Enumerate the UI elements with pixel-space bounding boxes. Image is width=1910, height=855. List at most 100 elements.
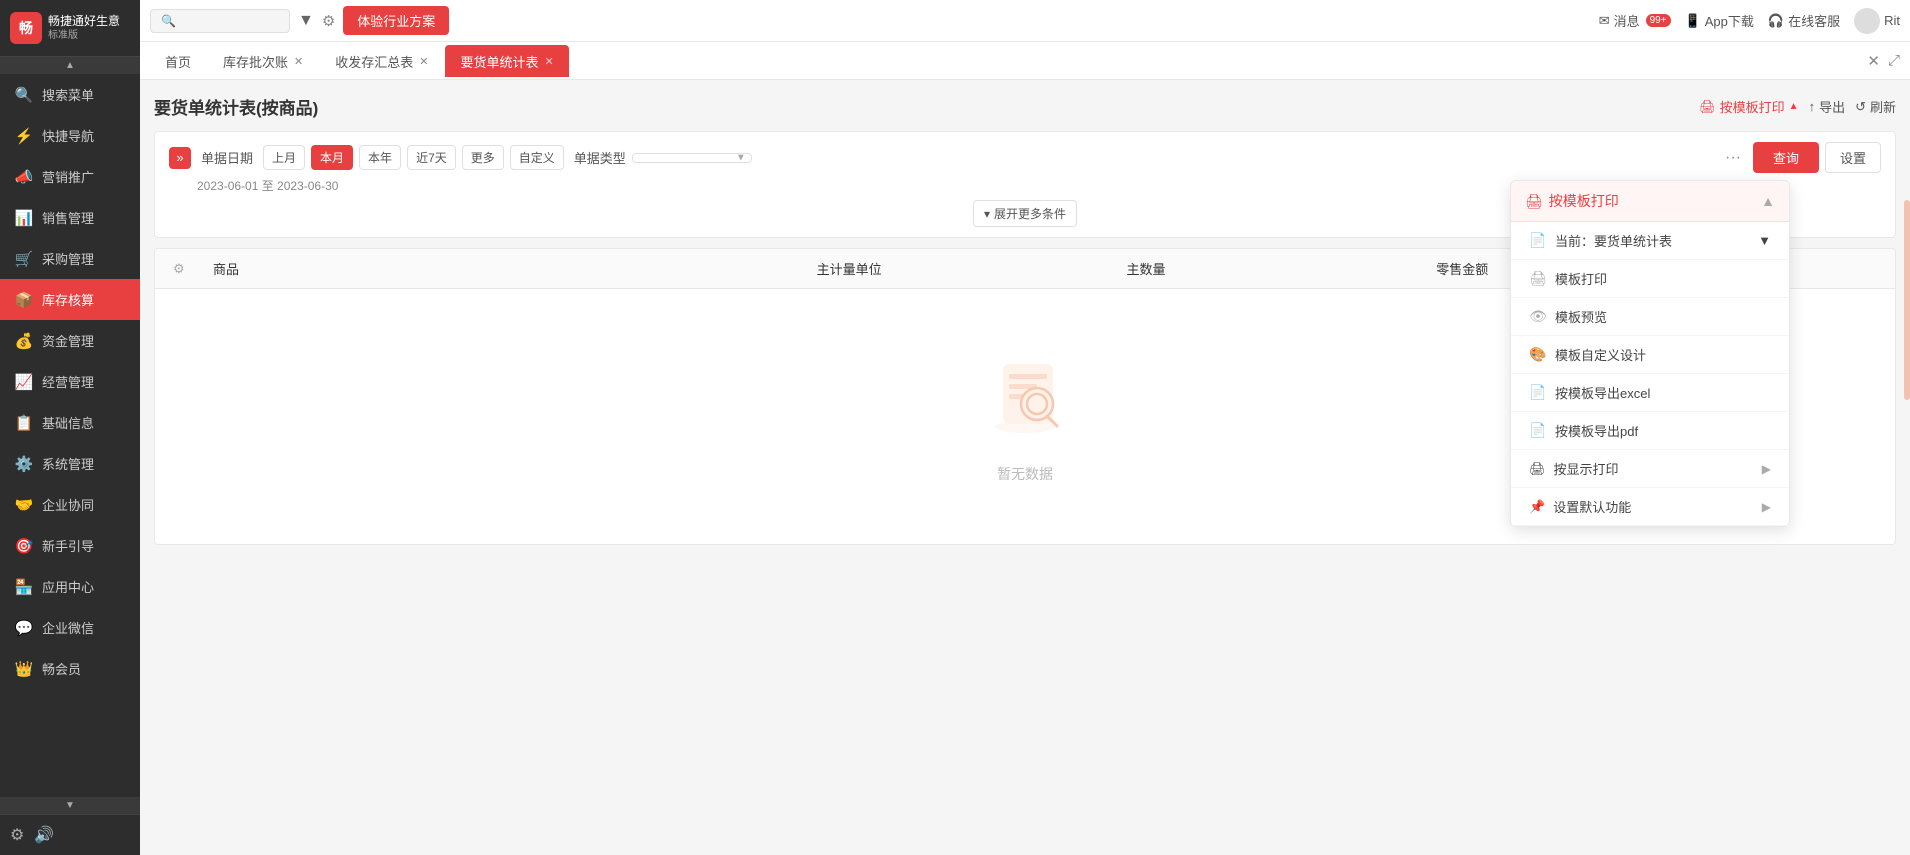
date-btn-current-month[interactable]: 本月: [311, 145, 353, 170]
lightning-icon: ⚡: [14, 127, 34, 145]
type-select[interactable]: [632, 153, 752, 163]
sidebar-item-system[interactable]: ⚙️ 系统管理: [0, 443, 140, 484]
date-btn-custom[interactable]: 自定义: [510, 145, 564, 170]
app-download-button[interactable]: 📱 App下载: [1685, 11, 1754, 30]
expand-more-button[interactable]: ▾ 展开更多条件: [973, 200, 1077, 227]
window-controls: ✕ ⤢: [1867, 52, 1900, 70]
tabs-bar: 首页 库存批次账 ✕ 收发存汇总表 ✕ 要货单统计表 ✕ ✕ ⤢: [140, 42, 1910, 80]
tab-order-stats[interactable]: 要货单统计表 ✕: [445, 45, 568, 77]
system-icon: ⚙️: [14, 455, 34, 473]
speaker-icon[interactable]: 🔊: [34, 825, 54, 845]
topbar-dropdown-icon[interactable]: ▼: [298, 12, 314, 30]
appstore-icon: 🏪: [14, 578, 34, 596]
close-window-icon[interactable]: ✕: [1867, 52, 1880, 70]
right-scrollbar[interactable]: [1904, 200, 1910, 400]
phone-icon: 📱: [1685, 13, 1701, 29]
settings-icon[interactable]: ⚙: [10, 825, 24, 845]
sidebar-item-guide[interactable]: 🎯 新手引导: [0, 525, 140, 566]
th-checkbox: ⚙: [165, 251, 205, 287]
inventory-icon: 📦: [14, 291, 34, 309]
sales-icon: 📊: [14, 209, 34, 227]
settings-gear-icon[interactable]: ⚙: [173, 261, 185, 276]
tab-home[interactable]: 首页: [150, 45, 206, 77]
sidebar-item-basics[interactable]: 📋 基础信息: [0, 402, 140, 443]
sidebar-item-marketing[interactable]: 📣 营销推广: [0, 156, 140, 197]
tab-receipt-summary[interactable]: 收发存汇总表 ✕: [320, 45, 443, 77]
dropdown-item-template-excel[interactable]: 📄 按模板导出excel: [1511, 374, 1789, 412]
current-item-icon: 📄: [1529, 232, 1547, 249]
messages-button[interactable]: ✉ 消息 99+: [1599, 11, 1671, 30]
operations-icon: 📈: [14, 373, 34, 391]
template-print-menu-icon: 🖨: [1529, 270, 1547, 287]
filter-settings-button[interactable]: 设置: [1825, 142, 1881, 173]
display-print-icon: 🖨: [1529, 461, 1546, 477]
tab-close-inventory-batch[interactable]: ✕: [294, 55, 303, 68]
sidebar-item-wechat[interactable]: 💬 企业微信: [0, 607, 140, 648]
topbar-gear-icon[interactable]: ⚙: [322, 12, 335, 30]
date-btn-current-year[interactable]: 本年: [359, 145, 401, 170]
export-button[interactable]: ↑ 导出: [1809, 97, 1846, 116]
printer-icon: 🖨: [1699, 99, 1716, 115]
dropdown-item-template-print[interactable]: 🖨 模板打印: [1511, 260, 1789, 298]
sidebar-item-purchase[interactable]: 🛒 采购管理: [0, 238, 140, 279]
tab-close-receipt-summary[interactable]: ✕: [419, 55, 428, 68]
dropdown-controls: ▲: [1761, 193, 1775, 209]
industry-solution-button[interactable]: 体验行业方案: [343, 6, 449, 35]
sidebar-item-corp[interactable]: 🤝 企业协同: [0, 484, 140, 525]
sidebar-item-sales[interactable]: 📊 销售管理: [0, 197, 140, 238]
printer-header-icon: 🖨: [1525, 193, 1543, 210]
dropdown-item-template-pdf[interactable]: 📄 按模板导出pdf: [1511, 412, 1789, 450]
set-default-chevron-icon: ▶: [1762, 500, 1771, 514]
sidebar: 畅 畅捷通好生意 标准版 ▲ 🔍 搜索菜单 ⚡ 快捷导航 📣 营销推广 📊 销售…: [0, 0, 140, 855]
user-avatar-area[interactable]: Rit: [1854, 8, 1900, 34]
topbar-search-icon: 🔍: [161, 14, 176, 28]
dropdown-collapse-icon[interactable]: ▲: [1761, 193, 1775, 209]
date-btn-last-7days[interactable]: 近7天: [407, 145, 456, 170]
template-preview-icon: 👁: [1529, 308, 1547, 325]
marketing-icon: 📣: [14, 168, 34, 186]
sidebar-item-quick-nav[interactable]: ⚡ 快捷导航: [0, 115, 140, 156]
corp-icon: 🤝: [14, 496, 34, 514]
dropdown-item-display-print[interactable]: 🖨 按显示打印 ▶: [1511, 450, 1789, 488]
refresh-button[interactable]: ↺ 刷新: [1855, 97, 1896, 116]
chevron-down-icon: ▾: [984, 207, 990, 221]
dropdown-item-template-preview[interactable]: 👁 模板预览: [1511, 298, 1789, 336]
maximize-window-icon[interactable]: ⤢: [1888, 52, 1900, 70]
dropdown-item-set-default[interactable]: 📌 设置默认功能 ▶: [1511, 488, 1789, 526]
date-btn-more[interactable]: 更多: [462, 145, 504, 170]
type-filter: 单据类型 ▼: [574, 148, 752, 167]
sidebar-item-inventory[interactable]: 📦 库存核算: [0, 279, 140, 320]
template-print-button[interactable]: 🖨 按模板打印 ▲: [1699, 97, 1798, 116]
purchase-icon: 🛒: [14, 250, 34, 268]
page-title: 要货单统计表(按商品): [154, 94, 318, 119]
dropdown-current-item[interactable]: 📄 当前：要货单统计表 ▼: [1511, 222, 1789, 260]
sidebar-item-search[interactable]: 🔍 搜索菜单: [0, 74, 140, 115]
query-button[interactable]: 查询: [1753, 142, 1819, 173]
template-print-dropdown: 🖨 按模板打印 ▲ 📄 当前：要货单统计表 ▼ 🖨 模板打印 👁: [1510, 180, 1790, 527]
tab-close-order-stats[interactable]: ✕: [545, 55, 554, 68]
sidebar-item-finance[interactable]: 💰 资金管理: [0, 320, 140, 361]
date-btn-prev-month[interactable]: 上月: [263, 145, 305, 170]
date-label: 单据日期: [201, 148, 253, 167]
set-default-icon: 📌: [1529, 499, 1545, 515]
dropdown-item-template-design[interactable]: 🎨 模板自定义设计: [1511, 336, 1789, 374]
topbar-right: ✉ 消息 99+ 📱 App下载 🎧 在线客服 Rit: [1599, 8, 1900, 34]
type-select-wrapper: ▼: [632, 153, 752, 163]
date-filter-group: 上月 本月 本年 近7天 更多 自定义: [263, 145, 564, 170]
sidebar-item-appstore[interactable]: 🏪 应用中心: [0, 566, 140, 607]
more-options-button[interactable]: ···: [1719, 145, 1747, 171]
main-area: 🔍 ▼ ⚙ 体验行业方案 ✉ 消息 99+ 📱 App下载 🎧 在线客服 Rit: [140, 0, 1910, 855]
topbar-search-box[interactable]: 🔍: [150, 9, 290, 33]
sidebar-scroll-down[interactable]: ▼: [0, 797, 140, 814]
sidebar-logo: 畅 畅捷通好生意 标准版: [0, 0, 140, 57]
sidebar-scroll-up[interactable]: ▲: [0, 57, 140, 74]
sidebar-item-operations[interactable]: 📈 经营管理: [0, 361, 140, 402]
sidebar-item-member[interactable]: 👑 畅会员: [0, 648, 140, 689]
online-service-button[interactable]: 🎧 在线客服: [1768, 11, 1840, 30]
tab-inventory-batch[interactable]: 库存批次账 ✕: [208, 45, 318, 77]
filter-expand-button[interactable]: »: [169, 147, 191, 169]
dropdown-header: 🖨 按模板打印 ▲: [1511, 181, 1789, 222]
export-icon: ↑: [1809, 99, 1816, 114]
template-pdf-icon: 📄: [1529, 422, 1547, 439]
topbar: 🔍 ▼ ⚙ 体验行业方案 ✉ 消息 99+ 📱 App下载 🎧 在线客服 Rit: [140, 0, 1910, 42]
